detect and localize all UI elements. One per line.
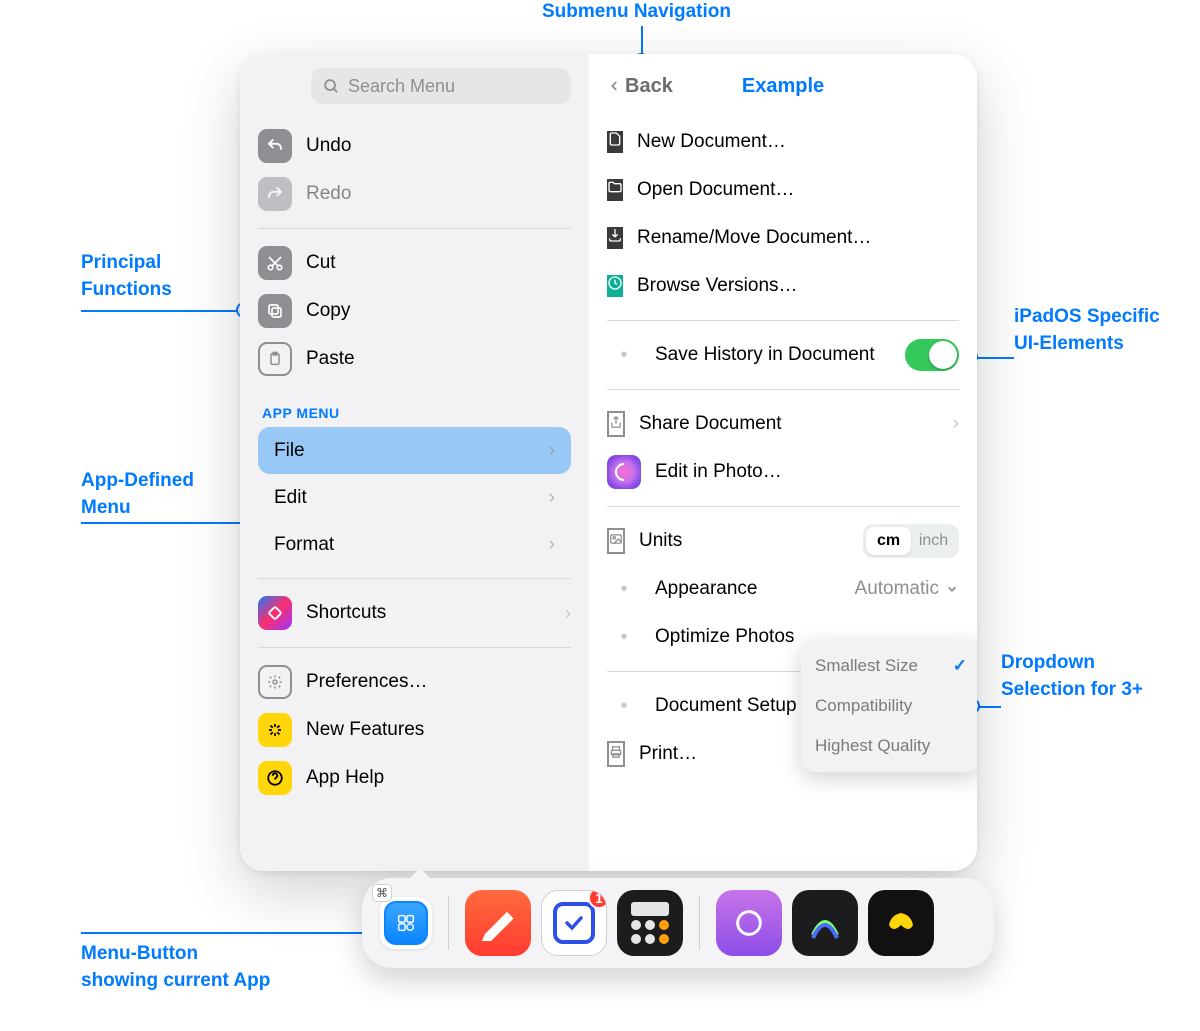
callout-dropdown: Dropdown Selection for 3+ — [1001, 650, 1143, 703]
app-tile-notes[interactable] — [465, 890, 531, 956]
row-redo: Redo — [258, 170, 571, 218]
chevron-down-icon — [945, 582, 959, 596]
paste-icon — [258, 342, 292, 376]
chevron-right-icon: › — [953, 413, 959, 435]
redo-icon — [258, 177, 292, 211]
bullet-icon: • — [607, 578, 641, 601]
app-tile-affinity[interactable] — [716, 890, 782, 956]
download-icon — [607, 227, 623, 249]
row-units: Units cm inch — [607, 517, 959, 565]
help-icon — [258, 761, 292, 795]
row-copy[interactable]: Copy — [258, 287, 571, 335]
bullet-icon: • — [607, 626, 641, 649]
popover-option-smallest[interactable]: Smallest Size ✓ — [801, 646, 977, 686]
search-icon — [323, 78, 340, 95]
chevron-right-icon: › — [549, 487, 555, 509]
shortcuts-icon — [258, 596, 292, 630]
row-appearance[interactable]: • Appearance Automatic — [607, 565, 959, 613]
app-tile-photo2[interactable] — [792, 890, 858, 956]
menu-button-current-app[interactable] — [380, 897, 432, 949]
row-rename-document[interactable]: Rename/Move Document… — [607, 214, 959, 262]
chevron-right-icon: › — [565, 603, 571, 624]
row-save-history: • Save History in Document — [607, 331, 959, 379]
app-tile-calculator[interactable] — [617, 890, 683, 956]
callout-app-defined: App-Defined Menu — [81, 468, 194, 521]
save-history-toggle[interactable] — [905, 339, 959, 371]
menu-item-file[interactable]: File › — [258, 427, 571, 474]
section-title-app-menu: APP MENU — [262, 405, 571, 421]
row-edit-in-photo[interactable]: Edit in Photo… — [607, 448, 959, 496]
row-open-document[interactable]: Open Document… — [607, 166, 959, 214]
appearance-value[interactable]: Automatic — [855, 578, 959, 600]
back-button[interactable]: Back — [607, 75, 673, 98]
chevron-right-icon: › — [549, 534, 555, 556]
check-icon: ✓ — [953, 656, 967, 676]
folder-icon — [607, 179, 623, 201]
row-shortcuts[interactable]: Shortcuts › — [258, 589, 571, 637]
cut-icon — [258, 246, 292, 280]
row-paste[interactable]: Paste — [258, 335, 571, 383]
callout-principal: Principal Functions — [81, 250, 172, 303]
sidebar: Search Menu Undo Redo Cut Copy — [240, 54, 589, 871]
callout-ipad: iPadOS Specific UI-Elements — [1014, 304, 1160, 357]
app-tile-tasks[interactable]: 1 — [541, 890, 607, 956]
row-cut[interactable]: Cut — [258, 239, 571, 287]
callout-submenu: Submenu Navigation — [542, 0, 731, 26]
badge: 1 — [588, 890, 607, 909]
row-browse-versions[interactable]: Browse Versions… — [607, 262, 959, 310]
gear-icon — [258, 665, 292, 699]
copy-icon — [258, 294, 292, 328]
bullet-icon: • — [607, 344, 641, 367]
share-icon — [607, 411, 625, 437]
popover-option-highest[interactable]: Highest Quality — [801, 726, 977, 766]
row-new-document[interactable]: New Document… — [607, 118, 959, 166]
popover-option-compatibility[interactable]: Compatibility — [801, 686, 977, 726]
bullet-icon: • — [607, 695, 641, 718]
search-input[interactable]: Search Menu — [311, 68, 571, 104]
units-segmented[interactable]: cm inch — [863, 524, 959, 558]
chevron-right-icon: › — [549, 440, 555, 462]
row-share-document[interactable]: Share Document › — [607, 400, 959, 448]
submenu-content: Back Example New Document… Open Document… — [589, 54, 977, 871]
menu-item-edit[interactable]: Edit › — [258, 474, 571, 521]
current-app-icon — [384, 901, 428, 945]
image-icon — [607, 528, 625, 554]
callout-menu-button: Menu-Button showing current App — [81, 941, 270, 994]
photo-app-icon — [607, 455, 641, 489]
row-app-help[interactable]: App Help — [258, 754, 571, 802]
row-preferences[interactable]: Preferences… — [258, 658, 571, 706]
document-icon — [607, 131, 623, 153]
row-new-features[interactable]: New Features — [258, 706, 571, 754]
sparkle-icon — [258, 713, 292, 747]
print-icon — [607, 741, 625, 767]
history-icon — [607, 275, 623, 297]
chevron-left-icon — [607, 77, 621, 95]
undo-icon — [258, 129, 292, 163]
dock: ⌘ 1 — [362, 878, 994, 968]
command-key-badge: ⌘ — [372, 884, 392, 902]
app-tile-butterfly[interactable] — [868, 890, 934, 956]
row-undo[interactable]: Undo — [258, 122, 571, 170]
menu-panel: Search Menu Undo Redo Cut Copy — [240, 54, 977, 871]
optimize-photos-popover[interactable]: Smallest Size ✓ Compatibility Highest Qu… — [801, 640, 977, 772]
menu-item-format[interactable]: Format › — [258, 521, 571, 568]
